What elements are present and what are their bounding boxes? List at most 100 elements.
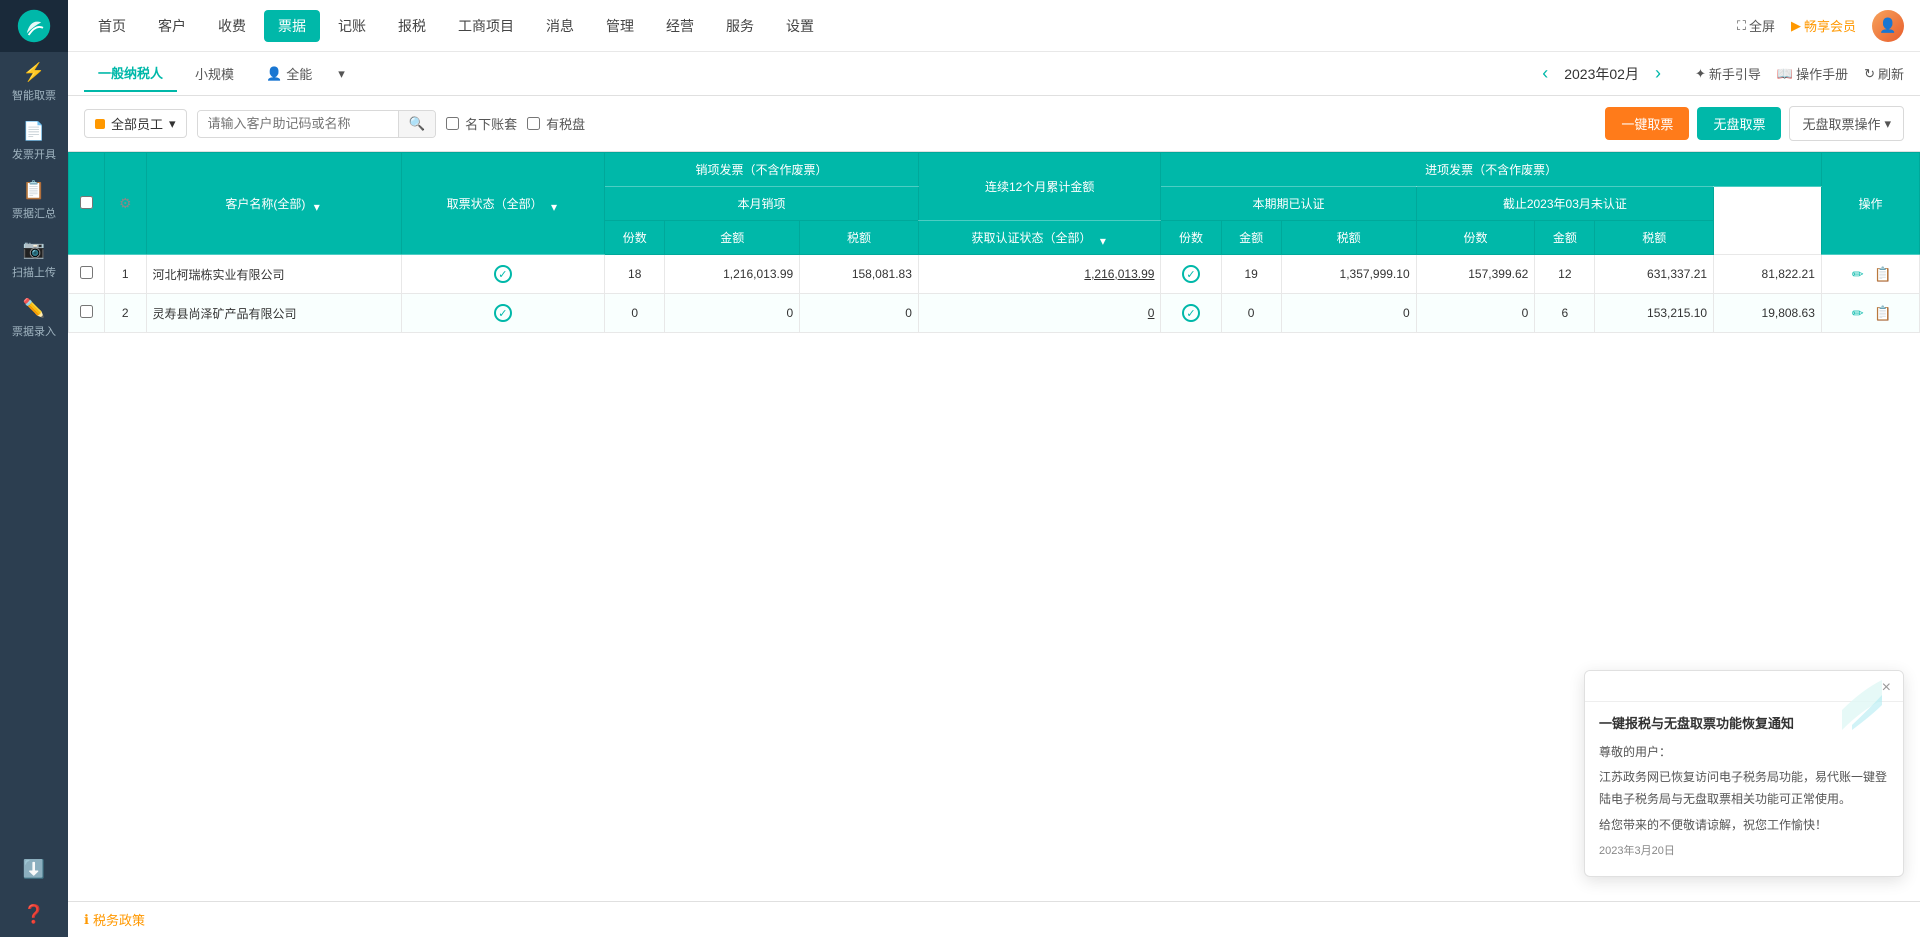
select-all-checkbox[interactable] <box>80 196 93 209</box>
nav-business[interactable]: 工商项目 <box>444 10 528 42</box>
edit-action-icon-1[interactable]: ✏ <box>1847 302 1869 324</box>
selector-dot <box>95 119 105 129</box>
th-p-tax: 税额 <box>1281 221 1416 255</box>
th-period-certified: 本期期已认证 <box>1161 187 1416 221</box>
star-icon: ✦ <box>1695 66 1706 82</box>
settings-gear-icon[interactable]: ⚙ <box>119 195 132 211</box>
th-sales-group: 销项发票（不含作废票） <box>605 153 919 187</box>
document-icon: 📄 <box>23 121 45 142</box>
no-device-ops-btn[interactable]: 无盘取票操作 ▾ <box>1789 106 1904 141</box>
no-device-fetch-btn[interactable]: 无盘取票 <box>1697 107 1781 140</box>
next-month-btn[interactable]: › <box>1649 61 1667 86</box>
sidebar-bottom: ⬇️ ❓ <box>0 847 68 937</box>
check-my-accounts[interactable]: 名下账套 <box>446 114 517 133</box>
th-monthly-count: 份数 <box>605 221 665 255</box>
refresh-icon: ↻ <box>1864 66 1875 82</box>
row-u-count-1: 6 <box>1535 294 1595 333</box>
sidebar-item-invoice-summary[interactable]: 📋 票据汇总 <box>0 170 68 229</box>
toolbar: 全部员工 ▾ 🔍 名下账套 有税盘 一键取票 无盘取票 无盘取票操作 <box>68 96 1920 152</box>
avatar-icon: 👤 <box>1879 17 1896 34</box>
my-accounts-checkbox[interactable] <box>446 117 459 130</box>
search-input[interactable] <box>198 111 398 136</box>
prev-month-btn[interactable]: ‹ <box>1536 61 1554 86</box>
notification-date: 2023年3月20日 <box>1599 842 1889 862</box>
sidebar-logo <box>0 0 68 52</box>
edit-action-icon-0[interactable]: ✏ <box>1847 263 1869 285</box>
current-month: 2023年02月 <box>1564 64 1639 84</box>
row-actions-0: ✏ 📋 <box>1821 255 1919 294</box>
manual-btn[interactable]: 📖 操作手册 <box>1777 64 1848 83</box>
edit-icon: ✏️ <box>23 298 45 319</box>
row-monthly-amount-0: 1,216,013.99 <box>665 255 800 294</box>
tab-general[interactable]: 一般纳税人 <box>84 55 177 92</box>
row-p-count-0: 19 <box>1221 255 1281 294</box>
tab-all[interactable]: 👤 全能 <box>252 56 326 91</box>
check-has-device[interactable]: 有税盘 <box>527 114 585 133</box>
notification-greeting: 尊敬的用户： <box>1599 742 1889 764</box>
row-num-1: 2 <box>105 294 147 333</box>
has-device-checkbox[interactable] <box>527 117 540 130</box>
employee-selector[interactable]: 全部员工 ▾ <box>84 109 187 138</box>
sidebar-item-smart-fetch[interactable]: ⚡ 智能取票 <box>0 52 68 111</box>
row-monthly-amount-1: 0 <box>665 294 800 333</box>
nav-settings[interactable]: 设置 <box>772 10 828 42</box>
sidebar-item-scan-upload[interactable]: 📷 扫描上传 <box>0 229 68 288</box>
sidebar-item-invoice-entry[interactable]: ✏️ 票据录入 <box>0 288 68 347</box>
th-monthly-sub: 本月销项 <box>605 187 919 221</box>
view-action-icon-0[interactable]: 📋 <box>1872 263 1894 285</box>
tab-small[interactable]: 小规模 <box>181 56 248 91</box>
notification-text: 江苏政务网已恢复访问电子税务局功能，易代账一键登陆电子税务局与无盘取票相关功能可… <box>1599 767 1889 810</box>
view-action-icon-1[interactable]: 📋 <box>1872 302 1894 324</box>
member-btn[interactable]: ▶ 畅享会员 <box>1791 16 1856 35</box>
nav-management[interactable]: 管理 <box>592 10 648 42</box>
nav-message[interactable]: 消息 <box>532 10 588 42</box>
new-guide-btn[interactable]: ✦ 新手引导 <box>1695 64 1761 83</box>
th-12months: 连续12个月累计金额 <box>918 153 1161 221</box>
cumulative-link-0[interactable]: 1,216,013.99 <box>1084 267 1154 281</box>
nav-invoice[interactable]: 票据 <box>264 10 320 42</box>
row-p-tax-0: 157,399.62 <box>1416 255 1535 294</box>
sidebar: ⚡ 智能取票 📄 发票开具 📋 票据汇总 📷 扫描上传 ✏️ 票据录入 ⬇️ ❓ <box>0 0 68 937</box>
user-avatar[interactable]: 👤 <box>1872 10 1904 42</box>
table-row: 2 灵寿县尚泽矿产品有限公司 ✓ 0 0 0 0 ✓ 0 0 0 6 153,2… <box>69 294 1920 333</box>
toolbar-right-buttons: 一键取票 无盘取票 无盘取票操作 ▾ <box>1605 106 1904 141</box>
notification-panel: × 一键报税与无盘取票功能恢复通知 尊敬的用户： 江苏政务网已恢复访问电子税务局… <box>1584 670 1904 877</box>
row-p-amount-0: 1,357,999.10 <box>1281 255 1416 294</box>
help-icon: ❓ <box>23 904 45 925</box>
cumulative-link-1[interactable]: 0 <box>1148 306 1155 320</box>
row-p-amount-1: 0 <box>1281 294 1416 333</box>
filter-customer-icon[interactable]: ▾ <box>312 200 322 210</box>
row-certify-status-1: ✓ <box>1161 294 1221 333</box>
tab-more[interactable]: ▾ <box>330 62 353 86</box>
row-num-0: 1 <box>105 255 147 294</box>
filter-fetch-icon[interactable]: ▾ <box>549 200 559 210</box>
sidebar-item-download[interactable]: ⬇️ <box>0 847 68 892</box>
row-u-tax-0: 81,822.21 <box>1714 255 1822 294</box>
row-checkbox-input-0[interactable] <box>80 266 93 279</box>
nav-home[interactable]: 首页 <box>84 10 140 42</box>
fullscreen-btn[interactable]: ⛶ 全屏 <box>1737 16 1775 35</box>
tab-bar: 一般纳税人 小规模 👤 全能 ▾ ‹ 2023年02月 › ✦ 新手引导 <box>68 52 1920 96</box>
th-p-amount: 金额 <box>1221 221 1281 255</box>
nav-service[interactable]: 服务 <box>712 10 768 42</box>
sidebar-item-invoice-open[interactable]: 📄 发票开具 <box>0 111 68 170</box>
th-customer: 客户名称(全部) ▾ <box>146 153 401 255</box>
nav-operation[interactable]: 经营 <box>652 10 708 42</box>
sidebar-item-help[interactable]: ❓ <box>0 892 68 937</box>
nav-collection[interactable]: 收费 <box>204 10 260 42</box>
tax-policy-link[interactable]: ℹ 税务政策 <box>84 910 145 929</box>
th-certify-status: 获取认证状态（全部） ▾ <box>918 221 1161 255</box>
th-p-count: 份数 <box>1161 221 1221 255</box>
date-navigation: ‹ 2023年02月 › <box>1536 61 1667 86</box>
refresh-btn[interactable]: ↻ 刷新 <box>1864 64 1904 83</box>
nav-tax[interactable]: 报税 <box>384 10 440 42</box>
search-box: 🔍 <box>197 110 437 138</box>
notification-close-btn[interactable]: × <box>1882 679 1891 697</box>
chevron-down-icon: ▾ <box>169 116 176 132</box>
row-checkbox-input-1[interactable] <box>80 305 93 318</box>
nav-accounting[interactable]: 记账 <box>324 10 380 42</box>
one-click-fetch-btn[interactable]: 一键取票 <box>1605 107 1689 140</box>
search-button[interactable]: 🔍 <box>398 111 436 137</box>
filter-certify-icon[interactable]: ▾ <box>1098 234 1108 244</box>
nav-customer[interactable]: 客户 <box>144 10 200 42</box>
